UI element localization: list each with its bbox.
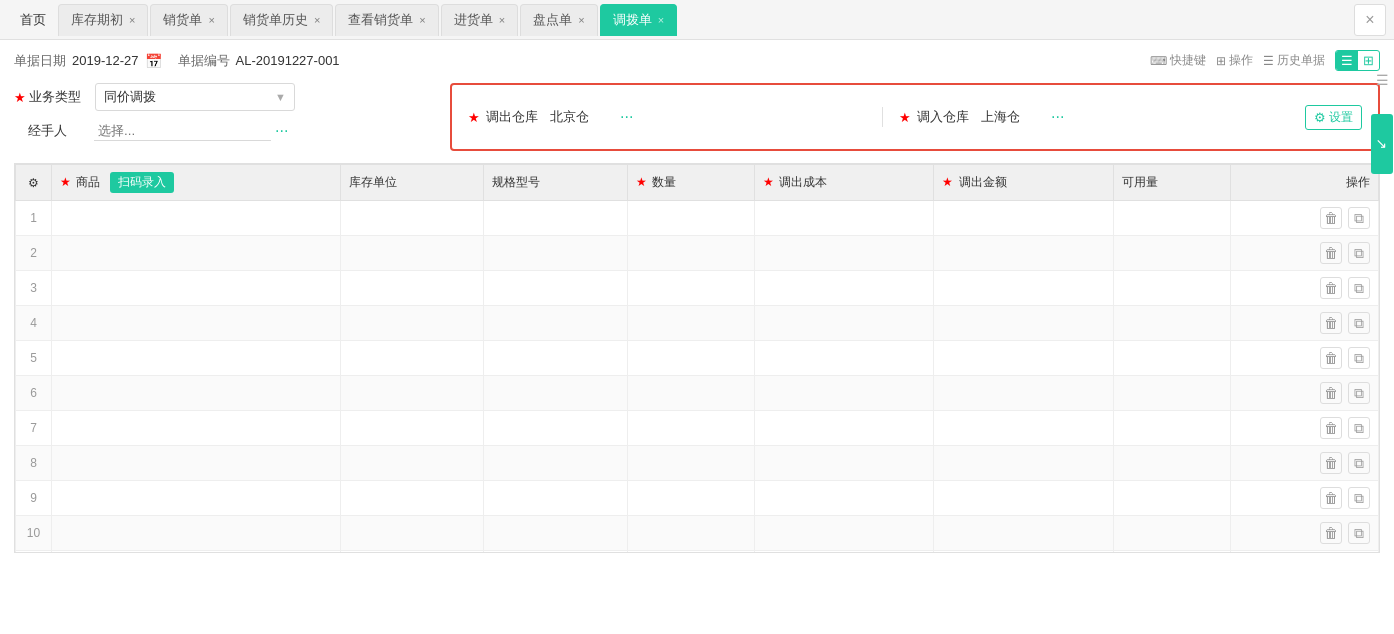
in-warehouse-value: 上海仓 bbox=[981, 108, 1041, 126]
items-table-container: ⚙ ★ 商品 扫码录入 库存单位 规格型号 ★ 数量 bbox=[14, 163, 1380, 553]
sidebar-list-icon[interactable]: ☰ bbox=[1371, 50, 1393, 110]
history-icon: ☰ bbox=[1263, 54, 1274, 68]
calendar-icon[interactable]: 📅 bbox=[145, 53, 162, 69]
table-row: 9 🗑⧉ bbox=[16, 481, 1379, 516]
doc-no-field: 单据编号 AL-20191227-001 bbox=[178, 52, 340, 70]
biz-type-select[interactable]: 同价调拨 ▼ bbox=[95, 83, 295, 111]
view-list-btn[interactable]: ☰ bbox=[1336, 51, 1358, 70]
biz-type-field: ★ 业务类型 同价调拨 ▼ bbox=[14, 83, 434, 111]
grid-icon: ⊞ bbox=[1216, 54, 1226, 68]
table-row: 3 🗑⧉ bbox=[16, 271, 1379, 306]
row-copy-btn[interactable]: ⧉ bbox=[1348, 242, 1370, 264]
col-available: 可用量 bbox=[1113, 165, 1230, 201]
row-delete-btn[interactable]: 🗑 bbox=[1320, 417, 1342, 439]
header-actions: ⌨ 快捷键 ⊞ 操作 ☰ 历史单据 ☰ ⊞ bbox=[1150, 50, 1380, 71]
row-delete-btn[interactable]: 🗑 bbox=[1320, 487, 1342, 509]
row-copy-btn[interactable]: ⧉ bbox=[1348, 382, 1370, 404]
tab-close-sales-history[interactable]: × bbox=[314, 14, 320, 26]
row-copy-btn[interactable]: ⧉ bbox=[1348, 487, 1370, 509]
table-row: 11 🗑⧉ bbox=[16, 551, 1379, 554]
warehouse-box: ★ 调出仓库 北京仓 ··· ★ 调入仓库 上海仓 ··· ⚙ 设置 bbox=[450, 83, 1380, 151]
keyboard-icon: ⌨ bbox=[1150, 54, 1167, 68]
biz-type-required: ★ bbox=[14, 90, 26, 105]
items-table: ⚙ ★ 商品 扫码录入 库存单位 规格型号 ★ 数量 bbox=[15, 164, 1379, 553]
tab-close-stocktake[interactable]: × bbox=[578, 14, 584, 26]
shortcuts-btn[interactable]: ⌨ 快捷键 bbox=[1150, 52, 1206, 69]
row-copy-btn[interactable]: ⧉ bbox=[1348, 312, 1370, 334]
row-delete-btn[interactable]: 🗑 bbox=[1320, 452, 1342, 474]
row-copy-btn[interactable]: ⧉ bbox=[1348, 277, 1370, 299]
tab-stocktake[interactable]: 盘点单 × bbox=[520, 4, 597, 36]
tab-transfer[interactable]: 调拨单 × bbox=[600, 4, 677, 36]
col-product: ★ 商品 扫码录入 bbox=[52, 165, 341, 201]
gear-icon: ⚙ bbox=[1314, 110, 1326, 125]
table-row: 7 🗑⧉ bbox=[16, 411, 1379, 446]
row-copy-btn[interactable]: ⧉ bbox=[1348, 207, 1370, 229]
out-warehouse-field: ★ 调出仓库 北京仓 ··· bbox=[468, 108, 866, 126]
table-row: 1 🗑⧉ bbox=[16, 201, 1379, 236]
warehouse-divider bbox=[882, 107, 883, 127]
table-row: 6 🗑⧉ bbox=[16, 376, 1379, 411]
table-row: 2 🗑⧉ bbox=[16, 236, 1379, 271]
handler-more-btn[interactable]: ··· bbox=[271, 123, 292, 139]
doc-no-value: AL-20191227-001 bbox=[236, 53, 340, 68]
col-spec: 规格型号 bbox=[484, 165, 628, 201]
scan-input-btn[interactable]: 扫码录入 bbox=[110, 172, 174, 193]
row-delete-btn[interactable]: 🗑 bbox=[1320, 207, 1342, 229]
row-delete-btn[interactable]: 🗑 bbox=[1320, 522, 1342, 544]
out-warehouse-value: 北京仓 bbox=[550, 108, 610, 126]
handler-field: 经手人 ··· bbox=[14, 121, 434, 141]
tab-close-inventory[interactable]: × bbox=[129, 14, 135, 26]
tab-view-sales[interactable]: 查看销货单 × bbox=[335, 4, 438, 36]
row-copy-btn[interactable]: ⧉ bbox=[1348, 347, 1370, 369]
row-delete-btn[interactable]: 🗑 bbox=[1320, 312, 1342, 334]
window-close-btn[interactable]: × bbox=[1354, 4, 1386, 36]
tab-sales-order[interactable]: 销货单 × bbox=[150, 4, 227, 36]
table-header-row: ⚙ ★ 商品 扫码录入 库存单位 规格型号 ★ 数量 bbox=[16, 165, 1379, 201]
tab-close-purchase[interactable]: × bbox=[499, 14, 505, 26]
doc-header: 单据日期 2019-12-27 📅 单据编号 AL-20191227-001 ⌨… bbox=[14, 50, 1380, 71]
col-gear[interactable]: ⚙ bbox=[16, 165, 52, 201]
col-qty: ★ 数量 bbox=[627, 165, 754, 201]
table-row: 8 🗑⧉ bbox=[16, 446, 1379, 481]
col-amount: ★ 调出金额 bbox=[934, 165, 1114, 201]
dropdown-arrow-icon: ▼ bbox=[275, 91, 286, 103]
col-ops: 操作 bbox=[1230, 165, 1378, 201]
tab-bar: 首页 库存期初 × 销货单 × 销货单历史 × 查看销货单 × 进货单 × 盘点… bbox=[0, 0, 1394, 40]
row-copy-btn[interactable]: ⧉ bbox=[1348, 417, 1370, 439]
in-warehouse-more-btn[interactable]: ··· bbox=[1047, 109, 1068, 125]
setting-button[interactable]: ⚙ 设置 bbox=[1305, 105, 1362, 130]
table-row: 5 🗑⧉ bbox=[16, 341, 1379, 376]
sidebar-export-icon[interactable]: ↗ bbox=[1371, 114, 1393, 174]
row-copy-btn[interactable]: ⧉ bbox=[1348, 522, 1370, 544]
out-warehouse-more-btn[interactable]: ··· bbox=[616, 109, 637, 125]
table-row: 10 🗑⧉ bbox=[16, 516, 1379, 551]
row-copy-btn[interactable]: ⧉ bbox=[1348, 452, 1370, 474]
doc-date-field: 单据日期 2019-12-27 📅 bbox=[14, 52, 162, 70]
tab-home[interactable]: 首页 bbox=[8, 11, 58, 29]
ops-btn[interactable]: ⊞ 操作 bbox=[1216, 52, 1253, 69]
table-gear-icon[interactable]: ⚙ bbox=[28, 176, 39, 190]
history-btn[interactable]: ☰ 历史单据 bbox=[1263, 52, 1325, 69]
row-delete-btn[interactable]: 🗑 bbox=[1320, 382, 1342, 404]
tab-close-sales[interactable]: × bbox=[208, 14, 214, 26]
form-left-panel: ★ 业务类型 同价调拨 ▼ 经手人 ··· bbox=[14, 83, 434, 151]
table-row: 4 🗑⧉ bbox=[16, 306, 1379, 341]
handler-input[interactable] bbox=[94, 121, 271, 141]
tab-close-transfer[interactable]: × bbox=[658, 14, 664, 26]
row-delete-btn[interactable]: 🗑 bbox=[1320, 347, 1342, 369]
row-delete-btn[interactable]: 🗑 bbox=[1320, 242, 1342, 264]
tab-purchase[interactable]: 进货单 × bbox=[441, 4, 518, 36]
col-cost: ★ 调出成本 bbox=[754, 165, 934, 201]
in-warehouse-field: ★ 调入仓库 上海仓 ··· bbox=[899, 108, 1297, 126]
form-section: ★ 业务类型 同价调拨 ▼ 经手人 ··· ★ 调出仓库 bbox=[14, 83, 1380, 151]
right-sidebar: ☰ ↗ bbox=[1370, 40, 1394, 634]
row-delete-btn[interactable]: 🗑 bbox=[1320, 277, 1342, 299]
tab-inventory-init[interactable]: 库存期初 × bbox=[58, 4, 148, 36]
col-unit: 库存单位 bbox=[340, 165, 484, 201]
doc-date-value: 2019-12-27 bbox=[72, 53, 139, 68]
tab-sales-history[interactable]: 销货单历史 × bbox=[230, 4, 333, 36]
tab-close-view-sales[interactable]: × bbox=[419, 14, 425, 26]
